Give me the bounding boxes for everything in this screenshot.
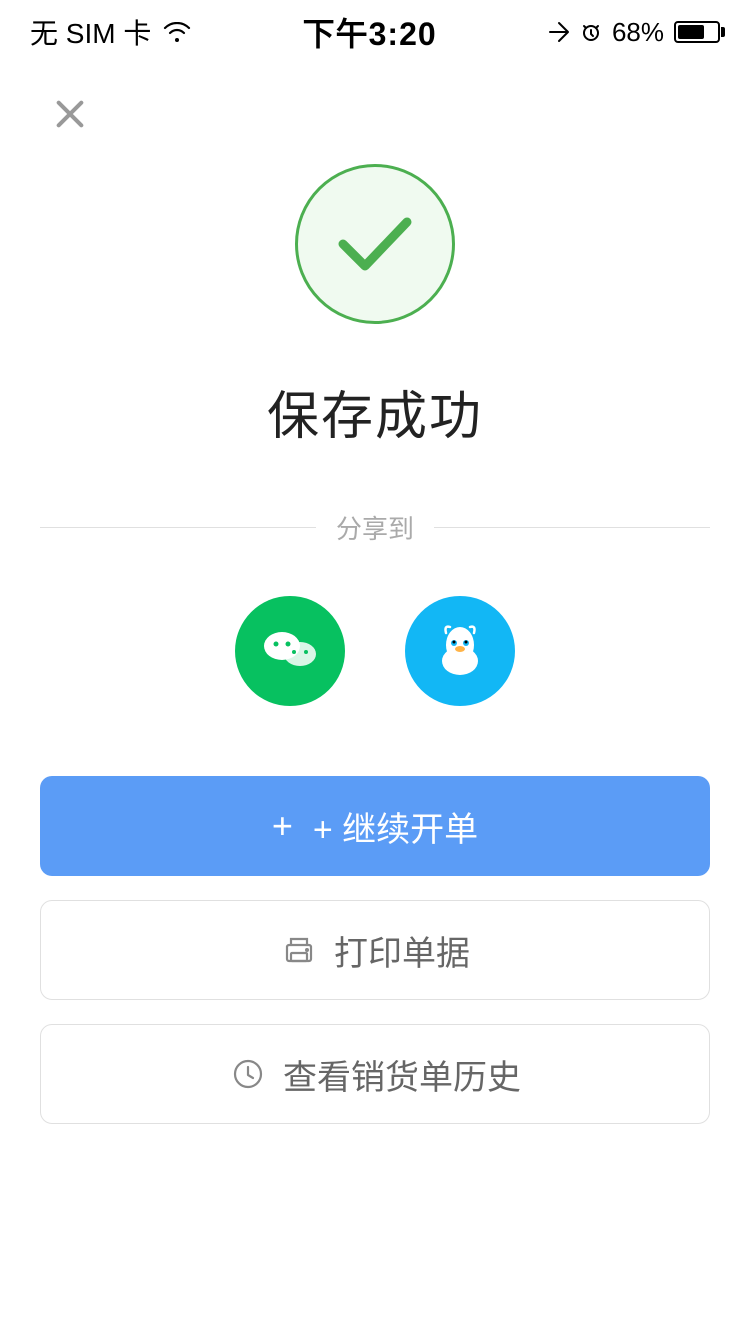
- wechat-share-button[interactable]: [235, 596, 345, 706]
- share-divider: 分享到: [40, 509, 710, 546]
- location-icon: [548, 21, 570, 43]
- battery-icon: [674, 21, 720, 43]
- sim-status: 无 SIM 卡: [30, 12, 151, 52]
- main-content: 保存成功 分享到: [0, 64, 750, 1334]
- status-bar: 无 SIM 卡 下午3:20 68%: [0, 0, 750, 64]
- share-icons: [235, 596, 515, 706]
- checkmark-icon: [335, 214, 415, 274]
- continue-icon: +: [272, 805, 293, 847]
- history-label: 查看销货单历史: [283, 1050, 521, 1099]
- continue-label: + 继续开单: [313, 802, 478, 851]
- battery-percent: 68%: [612, 17, 664, 48]
- status-left: 无 SIM 卡: [30, 12, 191, 52]
- success-circle: [295, 164, 455, 324]
- action-buttons: + + 继续开单 打印单据 查看销货单历史: [40, 776, 710, 1124]
- alarm-icon: [580, 21, 602, 43]
- status-right: 68%: [548, 17, 720, 48]
- history-button[interactable]: 查看销货单历史: [40, 1024, 710, 1124]
- wechat-icon: [258, 624, 323, 679]
- status-time: 下午3:20: [303, 9, 437, 55]
- qq-icon: [428, 619, 493, 684]
- success-title: 保存成功: [267, 374, 483, 449]
- divider-right: [434, 527, 710, 528]
- print-button[interactable]: 打印单据: [40, 900, 710, 1000]
- print-label: 打印单据: [334, 926, 470, 975]
- close-x-icon: [52, 96, 88, 132]
- qq-share-button[interactable]: [405, 596, 515, 706]
- wifi-icon: [163, 22, 191, 42]
- close-button[interactable]: [40, 84, 100, 144]
- history-icon: [229, 1055, 267, 1093]
- continue-order-button[interactable]: + + 继续开单: [40, 776, 710, 876]
- share-label: 分享到: [336, 509, 414, 546]
- print-icon: [280, 931, 318, 969]
- divider-left: [40, 527, 316, 528]
